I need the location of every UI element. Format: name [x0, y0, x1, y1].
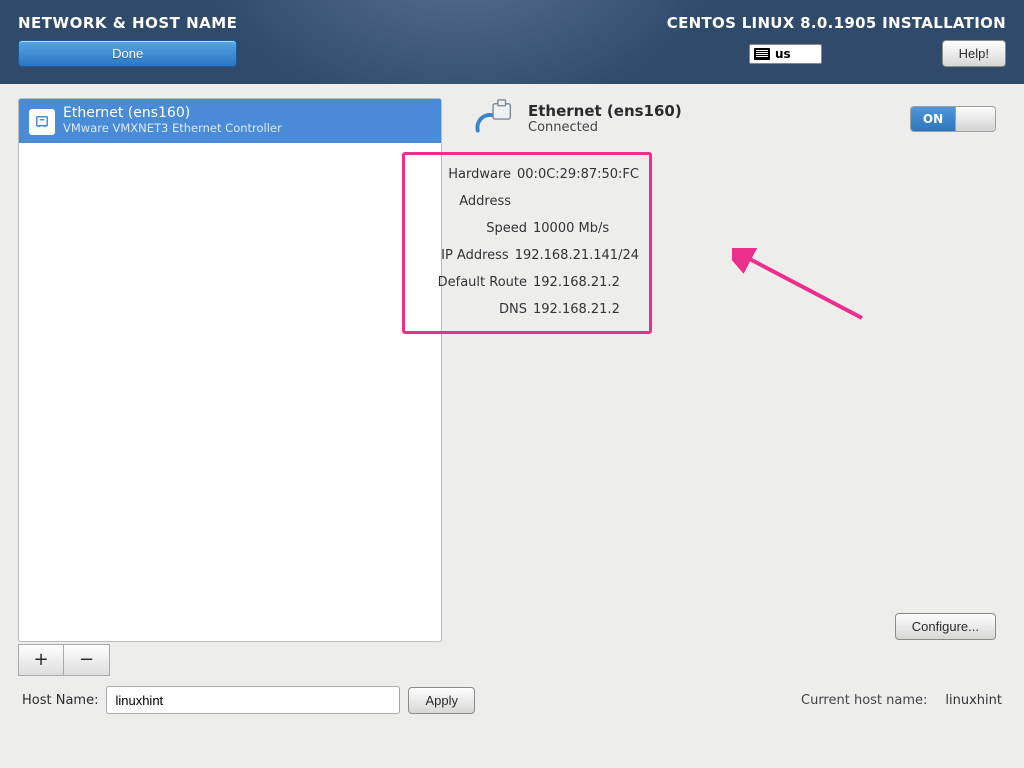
interface-listbox[interactable]: Ethernet (ens160) VMware VMXNET3 Etherne…: [18, 98, 442, 642]
add-interface-button[interactable]: +: [18, 644, 64, 676]
ethernet-icon: [29, 109, 55, 135]
current-hostname-label: Current host name:: [801, 693, 927, 708]
annotation-arrow-icon: [732, 248, 882, 338]
hostname-input[interactable]: [106, 686, 400, 714]
content-area: Ethernet (ens160) VMware VMXNET3 Etherne…: [0, 84, 1024, 676]
interface-list-panel: Ethernet (ens160) VMware VMXNET3 Etherne…: [18, 98, 442, 676]
interface-item-name: Ethernet (ens160): [63, 105, 282, 121]
configure-button[interactable]: Configure...: [895, 613, 996, 640]
info-row-route: Default Route 192.168.21.2: [415, 269, 639, 296]
detail-iface-name: Ethernet (ens160): [528, 102, 682, 120]
info-row-hwaddr: Hardware Address 00:0C:29:87:50:FC: [415, 161, 639, 215]
toggle-knob: [955, 107, 996, 131]
install-title: CENTOS LINUX 8.0.1905 INSTALLATION: [667, 14, 1006, 32]
help-button[interactable]: Help!: [942, 40, 1006, 67]
toggle-on-label: ON: [911, 107, 955, 131]
interface-on-off-toggle[interactable]: ON: [910, 106, 996, 132]
hostname-label: Host Name:: [22, 693, 98, 708]
keyboard-layout-indicator[interactable]: us: [749, 44, 822, 64]
keyboard-layout-label: us: [775, 47, 791, 61]
info-row-dns: DNS 192.168.21.2: [415, 296, 639, 323]
interface-item-desc: VMware VMXNET3 Ethernet Controller: [63, 121, 282, 135]
done-button[interactable]: Done: [18, 40, 237, 67]
hostname-footer: Host Name: Apply Current host name: linu…: [0, 676, 1024, 714]
interface-list-item[interactable]: Ethernet (ens160) VMware VMXNET3 Etherne…: [19, 99, 441, 143]
ethernet-plug-icon: [472, 98, 518, 138]
current-hostname-value: linuxhint: [945, 693, 1002, 708]
interface-info-box: Hardware Address 00:0C:29:87:50:FC Speed…: [402, 152, 652, 334]
apply-hostname-button[interactable]: Apply: [408, 687, 475, 714]
top-bar: NETWORK & HOST NAME Done CENTOS LINUX 8.…: [0, 0, 1024, 84]
interface-details-panel: Ethernet (ens160) Connected ON Hardware …: [472, 98, 1006, 676]
keyboard-icon: [754, 48, 770, 60]
page-title: NETWORK & HOST NAME: [18, 14, 237, 32]
info-row-speed: Speed 10000 Mb/s: [415, 215, 639, 242]
info-row-ip: IP Address 192.168.21.141/24: [415, 242, 639, 269]
detail-iface-status: Connected: [528, 120, 682, 135]
remove-interface-button[interactable]: −: [64, 644, 110, 676]
